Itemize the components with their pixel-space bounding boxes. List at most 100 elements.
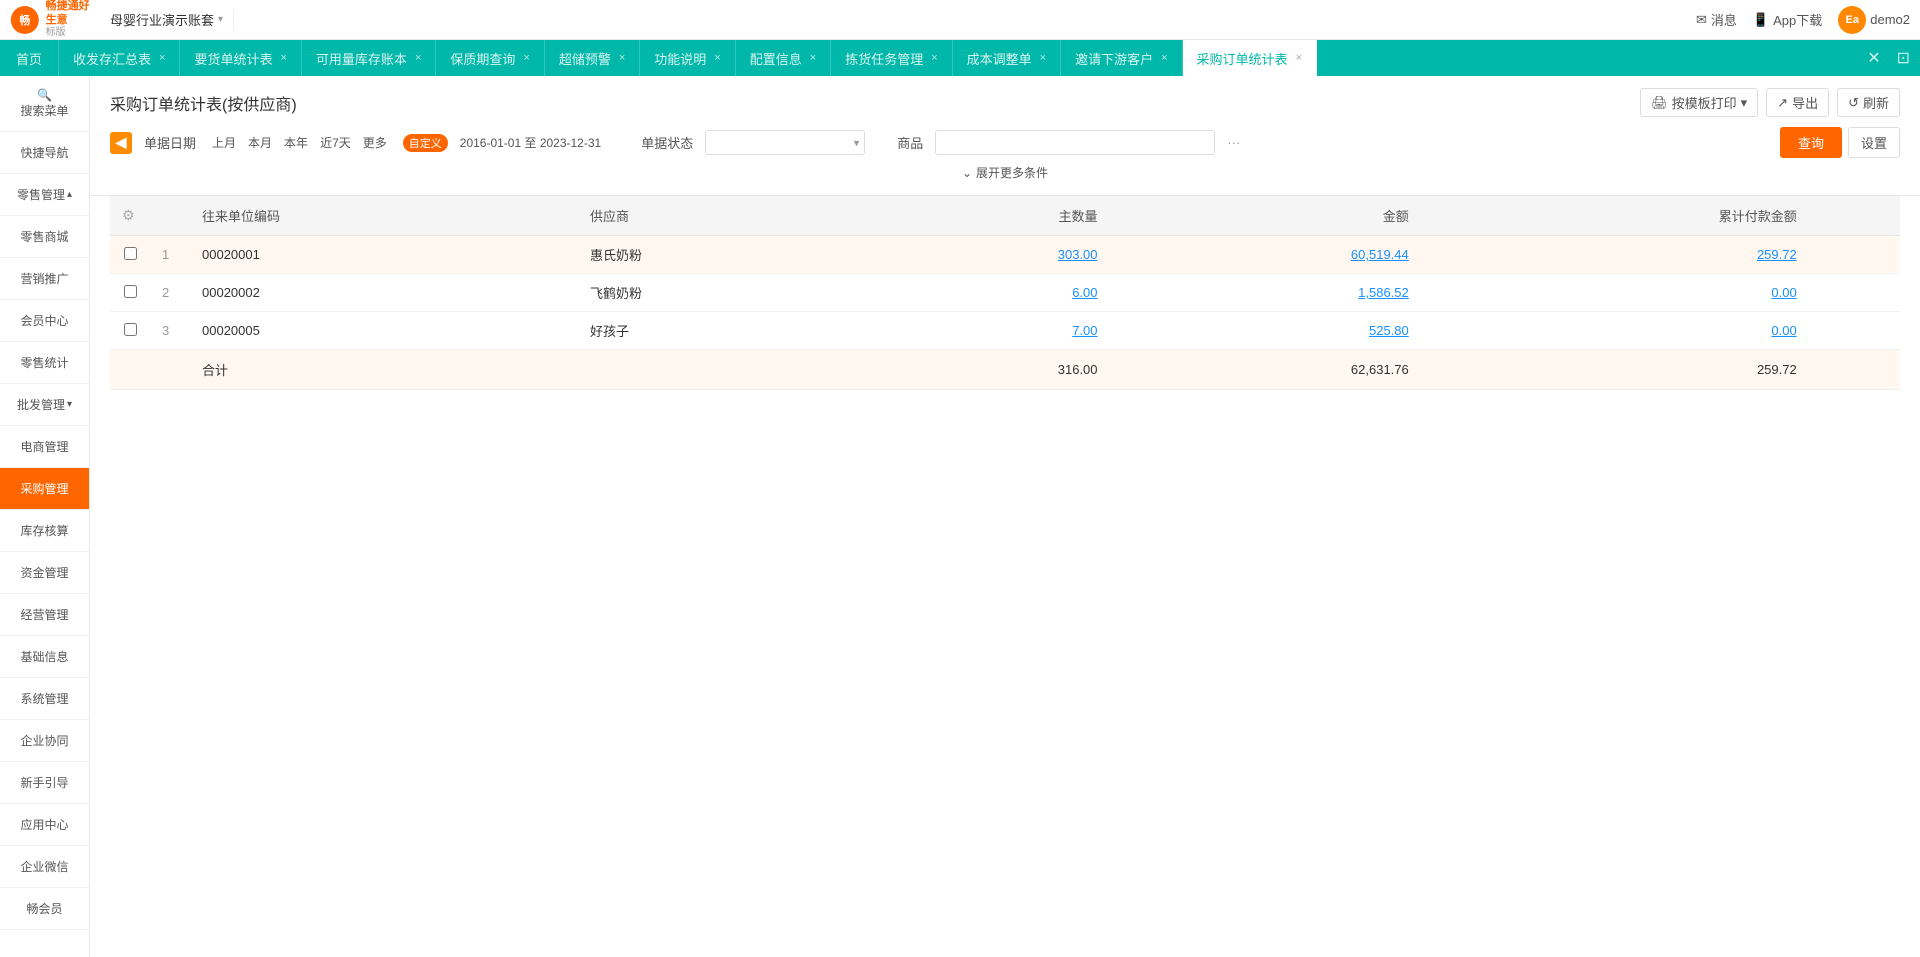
tab-yaohuo-close[interactable]: × xyxy=(280,52,286,64)
sidebar-item-finance[interactable]: 资金管理 xyxy=(0,552,89,594)
top-bar-right: ✉ 消息 📱 App下载 Ea demo2 xyxy=(1696,6,1910,34)
tab-shoufacun-close[interactable]: × xyxy=(159,52,165,64)
shortcut-this-year[interactable]: 本年 xyxy=(280,133,312,152)
sidebar-item-member[interactable]: 会员中心 xyxy=(0,300,89,342)
sidebar-item-collab[interactable]: 企业协同 xyxy=(0,720,89,762)
sidebar-collab-label: 企业协同 xyxy=(6,732,83,749)
tab-chengben[interactable]: 成本调整单 × xyxy=(953,40,1061,76)
tab-peizhi-close[interactable]: × xyxy=(810,52,816,64)
filter-toggle-btn[interactable]: ◀ xyxy=(110,132,132,154)
refresh-button[interactable]: ↺ 刷新 xyxy=(1837,88,1900,117)
tab-caigou-close[interactable]: × xyxy=(1296,52,1302,64)
shortcut-this-month[interactable]: 本月 xyxy=(244,133,276,152)
tab-jianhuo[interactable]: 拣货任务管理 × xyxy=(831,40,952,76)
expand-more-btn[interactable]: ⌄ 展开更多条件 xyxy=(962,164,1048,181)
app-download-btn[interactable]: 📱 App下载 xyxy=(1753,10,1822,29)
query-button[interactable]: 查询 xyxy=(1780,127,1842,158)
tab-yaoqing-close[interactable]: × xyxy=(1161,52,1167,64)
row-checkbox[interactable] xyxy=(124,285,137,298)
sidebar-member2-label: 畅会员 xyxy=(6,900,83,917)
chevron-down-icon-3: ▾ xyxy=(1741,95,1748,111)
tab-chaochujing-close[interactable]: × xyxy=(619,52,625,64)
tab-shoufacun[interactable]: 收发存汇总表 × xyxy=(59,40,180,76)
sidebar-item-newguide[interactable]: 新手引导 xyxy=(0,762,89,804)
tab-chaochujing[interactable]: 超储预警 × xyxy=(545,40,640,76)
shortcut-7days[interactable]: 近7天 xyxy=(316,133,355,152)
status-label: 单据状态 xyxy=(641,133,693,152)
sidebar-item-retail-mgmt[interactable]: 零售管理 ▴ xyxy=(0,174,89,216)
tab-kuyong-close[interactable]: × xyxy=(415,52,421,64)
footer-empty-1 xyxy=(110,350,150,390)
nav-expand-btn[interactable]: ⊡ xyxy=(1891,46,1916,70)
template-print-button[interactable]: 🖨 按模板打印 ▾ xyxy=(1640,88,1758,117)
nav-tabs-end: ✕ ⊡ xyxy=(1861,46,1920,70)
logo-icon: 畅 xyxy=(10,2,40,38)
sidebar-item-retail-stats[interactable]: 零售统计 xyxy=(0,342,89,384)
workspace-label: 母婴行业演示账套 xyxy=(110,10,214,29)
export-button[interactable]: ↗ 导出 xyxy=(1766,88,1829,117)
sidebar-item-member2[interactable]: 畅会员 xyxy=(0,888,89,930)
goods-input[interactable] xyxy=(935,130,1215,155)
tab-yaohuo[interactable]: 要货单统计表 × xyxy=(180,40,301,76)
cell-supplier: 惠氏奶粉 xyxy=(578,236,867,274)
printer-icon: 🖨 xyxy=(1651,95,1668,111)
cell-paid[interactable]: 0.00 xyxy=(1421,274,1809,312)
sidebar-basic-label: 基础信息 xyxy=(6,648,83,665)
page-container: 采购订单统计表(按供应商) 🖨 按模板打印 ▾ ↗ 导出 ↺ 刷新 xyxy=(90,76,1920,957)
sidebar-item-appcenter[interactable]: 应用中心 xyxy=(0,804,89,846)
app-download-label: App下载 xyxy=(1773,10,1822,29)
setting-button[interactable]: 设置 xyxy=(1848,127,1900,158)
tab-gongneng-close[interactable]: × xyxy=(714,52,720,64)
cell-amount[interactable]: 525.80 xyxy=(1110,312,1421,350)
tab-yaoqing[interactable]: 邀请下游客户 × xyxy=(1061,40,1182,76)
tab-peizhi[interactable]: 配置信息 × xyxy=(736,40,831,76)
user-info[interactable]: Ea demo2 xyxy=(1838,6,1910,34)
sidebar-item-basic[interactable]: 基础信息 xyxy=(0,636,89,678)
row-checkbox[interactable] xyxy=(124,323,137,336)
cell-qty[interactable]: 303.00 xyxy=(867,236,1109,274)
cell-amount[interactable]: 1,586.52 xyxy=(1110,274,1421,312)
more-dots-icon[interactable]: ··· xyxy=(1227,135,1240,150)
tab-gongneng[interactable]: 功能说明 × xyxy=(640,40,735,76)
tab-kuyong[interactable]: 可用量库存账本 × xyxy=(302,40,436,76)
message-btn[interactable]: ✉ 消息 xyxy=(1696,10,1737,29)
cell-qty[interactable]: 6.00 xyxy=(867,274,1109,312)
shortcut-last-month[interactable]: 上月 xyxy=(208,133,240,152)
tab-baozhi[interactable]: 保质期查询 × xyxy=(436,40,544,76)
sidebar-item-wechat[interactable]: 企业微信 xyxy=(0,846,89,888)
sidebar-item-quicknav[interactable]: 快捷导航 xyxy=(0,132,89,174)
tab-jianhuo-close[interactable]: × xyxy=(931,52,937,64)
cell-check[interactable] xyxy=(110,236,150,274)
sidebar-item-purchase[interactable]: 采购管理 xyxy=(0,468,89,510)
sidebar-item-system[interactable]: 系统管理 xyxy=(0,678,89,720)
cell-amount[interactable]: 60,519.44 xyxy=(1110,236,1421,274)
sidebar-item-marketing[interactable]: 营销推广 xyxy=(0,258,89,300)
shortcut-more[interactable]: 更多 xyxy=(359,133,391,152)
sidebar-item-search[interactable]: 🔍 搜索菜单 xyxy=(0,76,89,132)
cell-check[interactable] xyxy=(110,274,150,312)
sidebar-retail-stats-label: 零售统计 xyxy=(6,354,83,371)
settings-icon[interactable]: ⚙ xyxy=(122,207,135,223)
sidebar-item-inventory[interactable]: 库存核算 xyxy=(0,510,89,552)
workspace-selector[interactable]: 母婴行业演示账套 ▾ xyxy=(100,10,234,29)
cell-paid[interactable]: 0.00 xyxy=(1421,312,1809,350)
sidebar-item-retail-shop[interactable]: 零售商城 xyxy=(0,216,89,258)
cell-rownum: 1 xyxy=(150,236,190,274)
sidebar-item-operations[interactable]: 经营管理 xyxy=(0,594,89,636)
svg-text:畅: 畅 xyxy=(19,14,30,27)
tab-baozhi-close[interactable]: × xyxy=(523,52,529,64)
cell-check[interactable] xyxy=(110,312,150,350)
nav-close-btn[interactable]: ✕ xyxy=(1861,46,1886,70)
tab-home[interactable]: 首页 xyxy=(0,40,59,76)
cell-paid[interactable]: 259.72 xyxy=(1421,236,1809,274)
tab-chengben-close[interactable]: × xyxy=(1040,52,1046,64)
tab-caigou[interactable]: 采购订单统计表 × xyxy=(1183,40,1317,76)
custom-date-badge[interactable]: 自定义 xyxy=(403,134,448,152)
status-select[interactable] xyxy=(705,130,865,155)
cell-unit-code: 00020002 xyxy=(190,274,578,312)
sidebar-item-wholesale[interactable]: 批发管理 ▾ xyxy=(0,384,89,426)
row-checkbox[interactable] xyxy=(124,247,137,260)
cell-qty[interactable]: 7.00 xyxy=(867,312,1109,350)
sidebar: 🔍 搜索菜单 快捷导航 零售管理 ▴ 零售商城 营销推广 会员中心 零售统计 批… xyxy=(0,76,90,957)
sidebar-item-ecommerce[interactable]: 电商管理 xyxy=(0,426,89,468)
